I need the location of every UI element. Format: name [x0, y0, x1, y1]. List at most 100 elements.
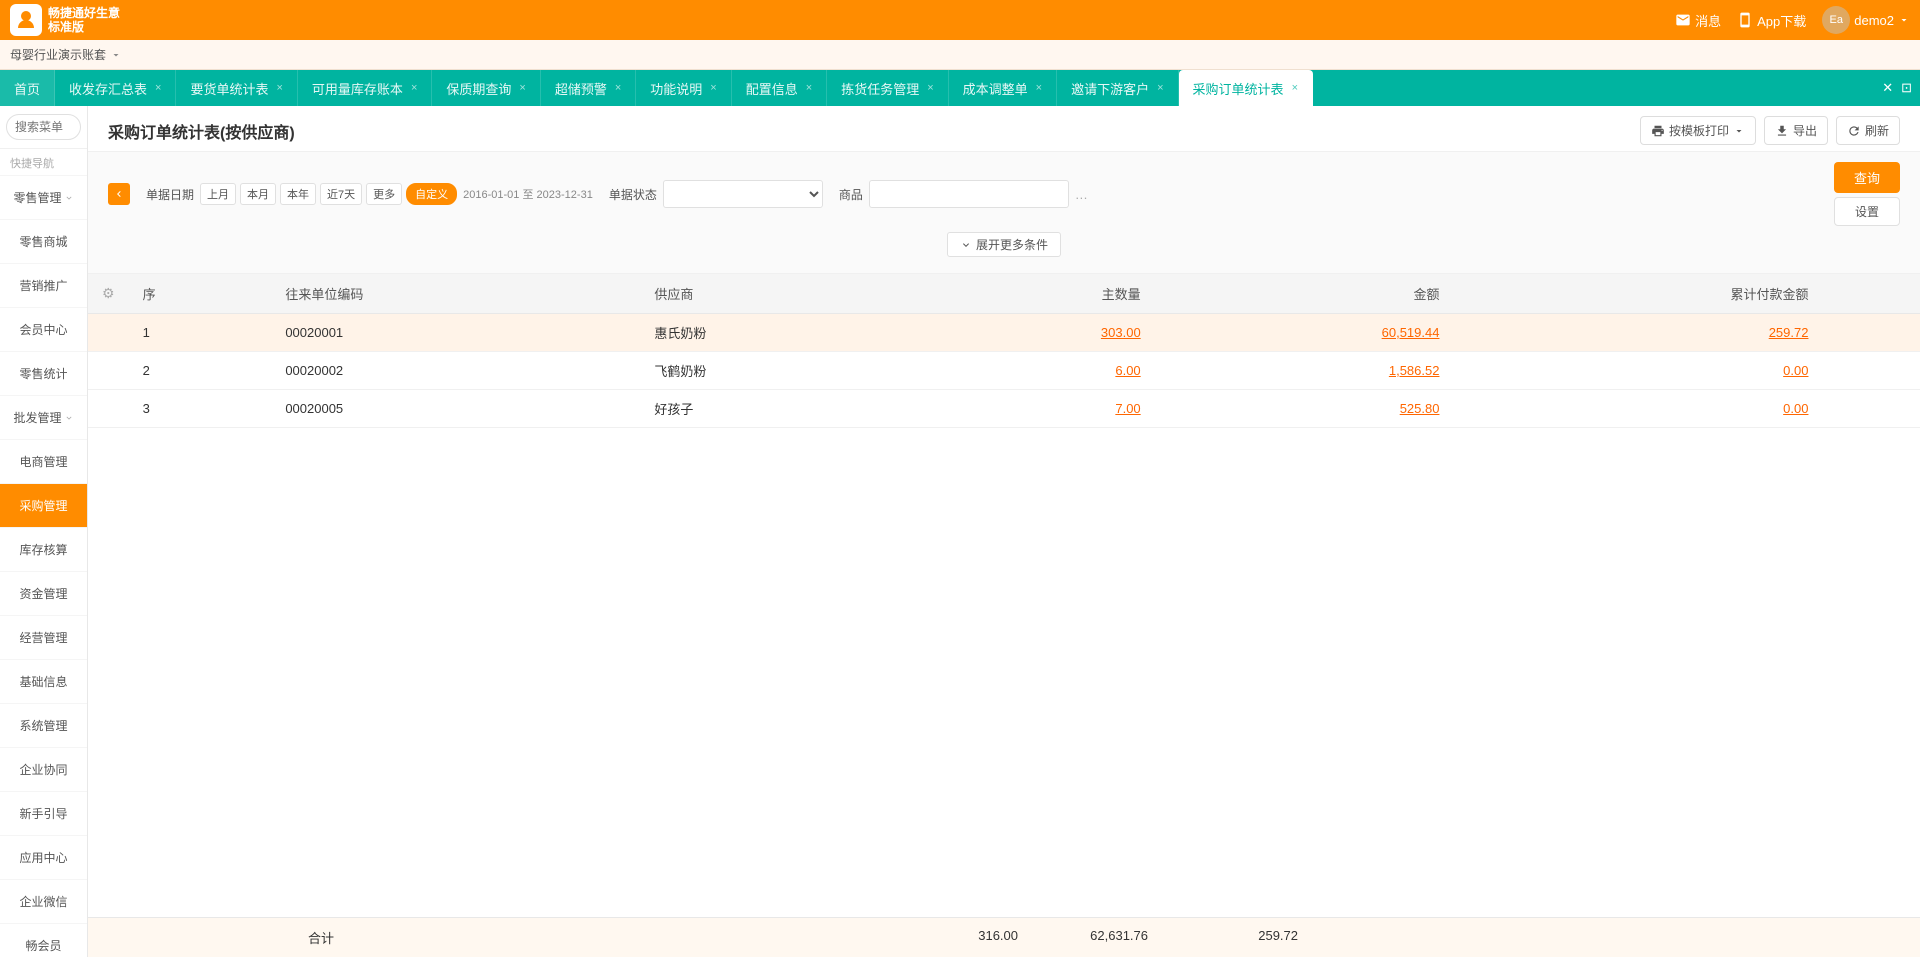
date-from-to: 2016-01-01 至 2023-12-31 [463, 186, 593, 202]
sidebar-item-funds[interactable]: 资金管理 [0, 572, 87, 616]
sidebar-item-system[interactable]: 系统管理 [0, 704, 87, 748]
tab-overstock[interactable]: 超储预警× [541, 70, 636, 106]
tab-function[interactable]: 功能说明× [636, 70, 731, 106]
workspace-select[interactable]: 母婴行业演示账套 [10, 46, 122, 63]
row-supplier-3: 好孩子 [640, 390, 919, 428]
tab-close-picking[interactable]: × [927, 82, 933, 94]
search-input[interactable] [6, 114, 81, 140]
date-this-year-btn[interactable]: 本年 [280, 183, 316, 205]
sidebar-item-retail-mall[interactable]: 零售商城 [0, 220, 87, 264]
sidebar-item-label-basic-info: 基础信息 [19, 673, 67, 690]
tab-close-collection[interactable]: × [155, 82, 161, 94]
sidebar-item-vip[interactable]: 畅会员 [0, 924, 87, 957]
row-paid-2[interactable]: 0.00 [1453, 352, 1822, 390]
row-qty-2[interactable]: 6.00 [919, 352, 1155, 390]
row-paid-1[interactable]: 259.72 [1453, 314, 1822, 352]
expand-more-btn[interactable]: 展开更多条件 [947, 232, 1061, 257]
row-supplier-2: 飞鹤奶粉 [640, 352, 919, 390]
sidebar-item-purchase-manage[interactable]: 采购管理 [0, 484, 87, 528]
setting-btn[interactable]: 设置 [1834, 197, 1900, 226]
maximize-btn[interactable]: ⊡ [1901, 80, 1912, 96]
th-code: 往来单位编码 [271, 274, 640, 314]
sidebar-item-wechat[interactable]: 企业微信 [0, 880, 87, 924]
content-area: 采购订单统计表(按供应商) 按模板打印 导出 刷新 [88, 106, 1920, 957]
query-btn[interactable]: 查询 [1834, 162, 1900, 193]
tab-label-requisition: 要货单统计表 [190, 79, 268, 98]
tab-close-config[interactable]: × [806, 82, 812, 94]
tab-close-validity[interactable]: × [519, 82, 525, 94]
sidebar-item-basic-info[interactable]: 基础信息 [0, 660, 87, 704]
status-filter-group: 单据状态 [609, 180, 823, 208]
chevron-icon-retail-manage [64, 193, 74, 203]
status-select[interactable] [663, 180, 823, 208]
tab-purchase-stat[interactable]: 采购订单统计表× [1179, 70, 1313, 106]
th-gear: ⚙ [88, 274, 129, 314]
sidebar-item-batch-manage[interactable]: 批发管理 [0, 396, 87, 440]
tab-close-purchase-stat[interactable]: × [1292, 82, 1298, 94]
row-amount-2[interactable]: 1,586.52 [1155, 352, 1454, 390]
sidebar-item-app-center[interactable]: 应用中心 [0, 836, 87, 880]
sidebar-item-ecommerce[interactable]: 电商管理 [0, 440, 87, 484]
footer-extra [1312, 928, 1906, 947]
gear-icon[interactable]: ⚙ [102, 285, 115, 301]
tab-label-collection: 收发存汇总表 [69, 79, 147, 98]
table-row: 2 00020002 飞鹤奶粉 6.00 1,586.52 0.00 [88, 352, 1920, 390]
tab-close-inventory[interactable]: × [411, 82, 417, 94]
tab-close-cost[interactable]: × [1036, 82, 1042, 94]
tab-close-requisition[interactable]: × [276, 82, 282, 94]
sidebar-item-member[interactable]: 会员中心 [0, 308, 87, 352]
message-btn[interactable]: 消息 [1675, 11, 1721, 30]
user-avatar[interactable]: Ea demo2 [1822, 6, 1910, 34]
row-no-3: 3 [129, 390, 272, 428]
row-paid-3[interactable]: 0.00 [1453, 390, 1822, 428]
row-qty-3[interactable]: 7.00 [919, 390, 1155, 428]
tab-close-invite[interactable]: × [1157, 82, 1163, 94]
table-body: 1 00020001 惠氏奶粉 303.00 60,519.44 259.72 … [88, 314, 1920, 428]
goods-input[interactable] [869, 180, 1069, 208]
app-download-btn[interactable]: App下载 [1737, 11, 1806, 30]
tab-close-function[interactable]: × [710, 82, 716, 94]
avatar: Ea [1822, 6, 1850, 34]
template-print-btn[interactable]: 按模板打印 [1640, 116, 1756, 145]
workspace-name: 母婴行业演示账套 [10, 46, 106, 63]
sidebar-item-inventory-check[interactable]: 库存核算 [0, 528, 87, 572]
tab-validity[interactable]: 保质期查询× [432, 70, 540, 106]
filter-row-1: 单据日期 上月 本月 本年 近7天 更多 自定义 2016-01-01 至 [108, 162, 1900, 226]
tab-cost[interactable]: 成本调整单× [949, 70, 1057, 106]
refresh-btn[interactable]: 刷新 [1836, 116, 1900, 145]
row-qty-1[interactable]: 303.00 [919, 314, 1155, 352]
tab-requisition[interactable]: 要货单统计表 × [176, 70, 297, 106]
tab-collection[interactable]: 收发存汇总表 × [55, 70, 176, 106]
goods-more-btn[interactable]: … [1075, 187, 1088, 202]
sidebar-item-marketing[interactable]: 营销推广 [0, 264, 87, 308]
date-custom-btn[interactable]: 自定义 [406, 183, 457, 205]
workspace-bar: 母婴行业演示账套 [0, 40, 1920, 70]
export-btn[interactable]: 导出 [1764, 116, 1828, 145]
close-tab-btn[interactable]: ✕ [1882, 80, 1893, 96]
date-7days-btn[interactable]: 近7天 [320, 183, 362, 205]
date-last-month-btn[interactable]: 上月 [200, 183, 236, 205]
sidebar-item-new-guide[interactable]: 新手引导 [0, 792, 87, 836]
row-amount-1[interactable]: 60,519.44 [1155, 314, 1454, 352]
sidebar-item-operations[interactable]: 经营管理 [0, 616, 87, 660]
tabs-nav: 首页收发存汇总表×要货单统计表×可用量库存账本×保质期查询×超储预警×功能说明×… [0, 70, 1920, 106]
tab-invite[interactable]: 邀请下游客户× [1057, 70, 1178, 106]
tab-config[interactable]: 配置信息× [732, 70, 827, 106]
goods-filter-group: 商品 … [839, 180, 1088, 208]
tabs-nav-right: ✕ ⊡ [1882, 80, 1920, 96]
tab-inventory[interactable]: 可用量库存账本× [298, 70, 432, 106]
filter-collapse-btn[interactable] [108, 183, 130, 205]
sidebar-item-retail-stat[interactable]: 零售统计 [0, 352, 87, 396]
date-from: 2016-01-01 [463, 189, 519, 201]
date-this-month-btn[interactable]: 本月 [240, 183, 276, 205]
date-more-btn[interactable]: 更多 [366, 183, 402, 205]
tab-picking[interactable]: 拣货任务管理× [827, 70, 948, 106]
row-supplier-1: 惠氏奶粉 [640, 314, 919, 352]
sidebar-item-label-retail-mall: 零售商城 [19, 233, 67, 250]
tab-close-overstock[interactable]: × [615, 82, 621, 94]
tab-home[interactable]: 首页 [0, 70, 55, 106]
sidebar-item-enterprise[interactable]: 企业协同 [0, 748, 87, 792]
row-amount-3[interactable]: 525.80 [1155, 390, 1454, 428]
sidebar-item-retail-manage[interactable]: 零售管理 [0, 176, 87, 220]
sidebar-nav-label: 快捷导航 [0, 149, 87, 176]
